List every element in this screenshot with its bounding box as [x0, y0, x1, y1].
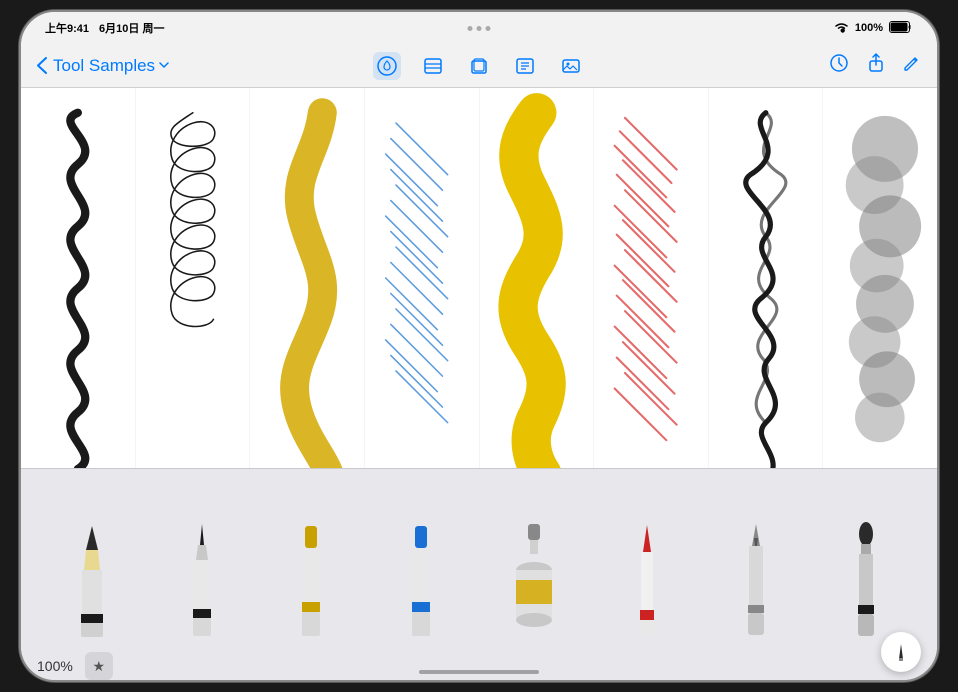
text-format-button[interactable]: [511, 52, 539, 80]
tools-row: [21, 469, 937, 648]
edit-button[interactable]: [903, 54, 921, 77]
document-title[interactable]: Tool Samples: [53, 56, 169, 76]
tools-panel: 100% ★: [21, 468, 937, 682]
top-dots: [468, 26, 491, 31]
battery-percentage: 100%: [855, 22, 883, 34]
sample-col-6: [594, 88, 709, 468]
stroke-pencil-blue-svg: [365, 88, 479, 468]
tool-item-nib-pen[interactable]: [733, 520, 779, 640]
sample-col-5: [480, 88, 595, 468]
status-bar: 上午9:41 6月10日 周一 100%: [21, 12, 937, 44]
status-left: 上午9:41 6月10日 周一: [45, 20, 164, 36]
tool-item-pencil[interactable]: [69, 520, 115, 640]
title-text: Tool Samples: [53, 56, 155, 76]
status-time: 上午9:41: [45, 20, 89, 36]
active-tool-button[interactable]: [881, 632, 921, 672]
pen-tool-button[interactable]: [373, 52, 401, 80]
status-right: 100%: [834, 21, 913, 36]
tool-item-marker-yellow[interactable]: [288, 520, 334, 640]
favorites-button[interactable]: ★: [85, 652, 113, 680]
layers-button[interactable]: [419, 52, 447, 80]
stroke-paint-yellow-svg: [480, 88, 594, 468]
device-frame: 上午9:41 6月10日 周一 100%: [19, 10, 939, 682]
image-button[interactable]: [557, 52, 585, 80]
stroke-watercolor-svg: [823, 88, 937, 468]
history-button[interactable]: [829, 53, 849, 78]
toolbar-center: [373, 52, 585, 80]
sample-col-2: [136, 88, 251, 468]
back-button[interactable]: [37, 57, 47, 74]
share-button[interactable]: [867, 53, 885, 78]
stroke-marker-yellow-svg: [250, 88, 364, 468]
title-chevron-icon: [159, 62, 169, 69]
sample-col-3: [250, 88, 365, 468]
stroke-ink-svg: [709, 88, 823, 468]
tools-bottom: 100% ★: [21, 648, 937, 682]
toolbar-right: [829, 53, 921, 78]
battery-icon: [889, 21, 913, 36]
wifi-icon: [834, 21, 849, 36]
toolbar-left: Tool Samples: [37, 56, 169, 76]
stroke-fineliner-svg: [136, 88, 250, 468]
sample-col-1: [21, 88, 136, 468]
sample-col-8: [823, 88, 937, 468]
sample-col-7: [709, 88, 824, 468]
stroke-crayon-red-svg: [594, 88, 708, 468]
zoom-label: 100%: [37, 658, 73, 674]
folder-button[interactable]: [465, 52, 493, 80]
tool-item-brush-dark[interactable]: [843, 520, 889, 640]
favorites-star-icon: ★: [93, 658, 106, 675]
tool-item-fineliner[interactable]: [179, 520, 225, 640]
tool-item-crayon-red[interactable]: [624, 520, 670, 640]
stroke-pencil-svg: [21, 88, 135, 468]
sample-col-4: [365, 88, 480, 468]
canvas-area[interactable]: [21, 88, 937, 468]
toolbar: Tool Samples: [21, 44, 937, 88]
active-tool-icon: [890, 641, 912, 663]
brush-samples: [21, 88, 937, 468]
status-date: 6月10日 周一: [99, 20, 164, 36]
tool-item-paint-bottle[interactable]: [508, 520, 560, 640]
tool-item-marker-blue[interactable]: [398, 520, 444, 640]
home-indicator: [419, 670, 539, 674]
